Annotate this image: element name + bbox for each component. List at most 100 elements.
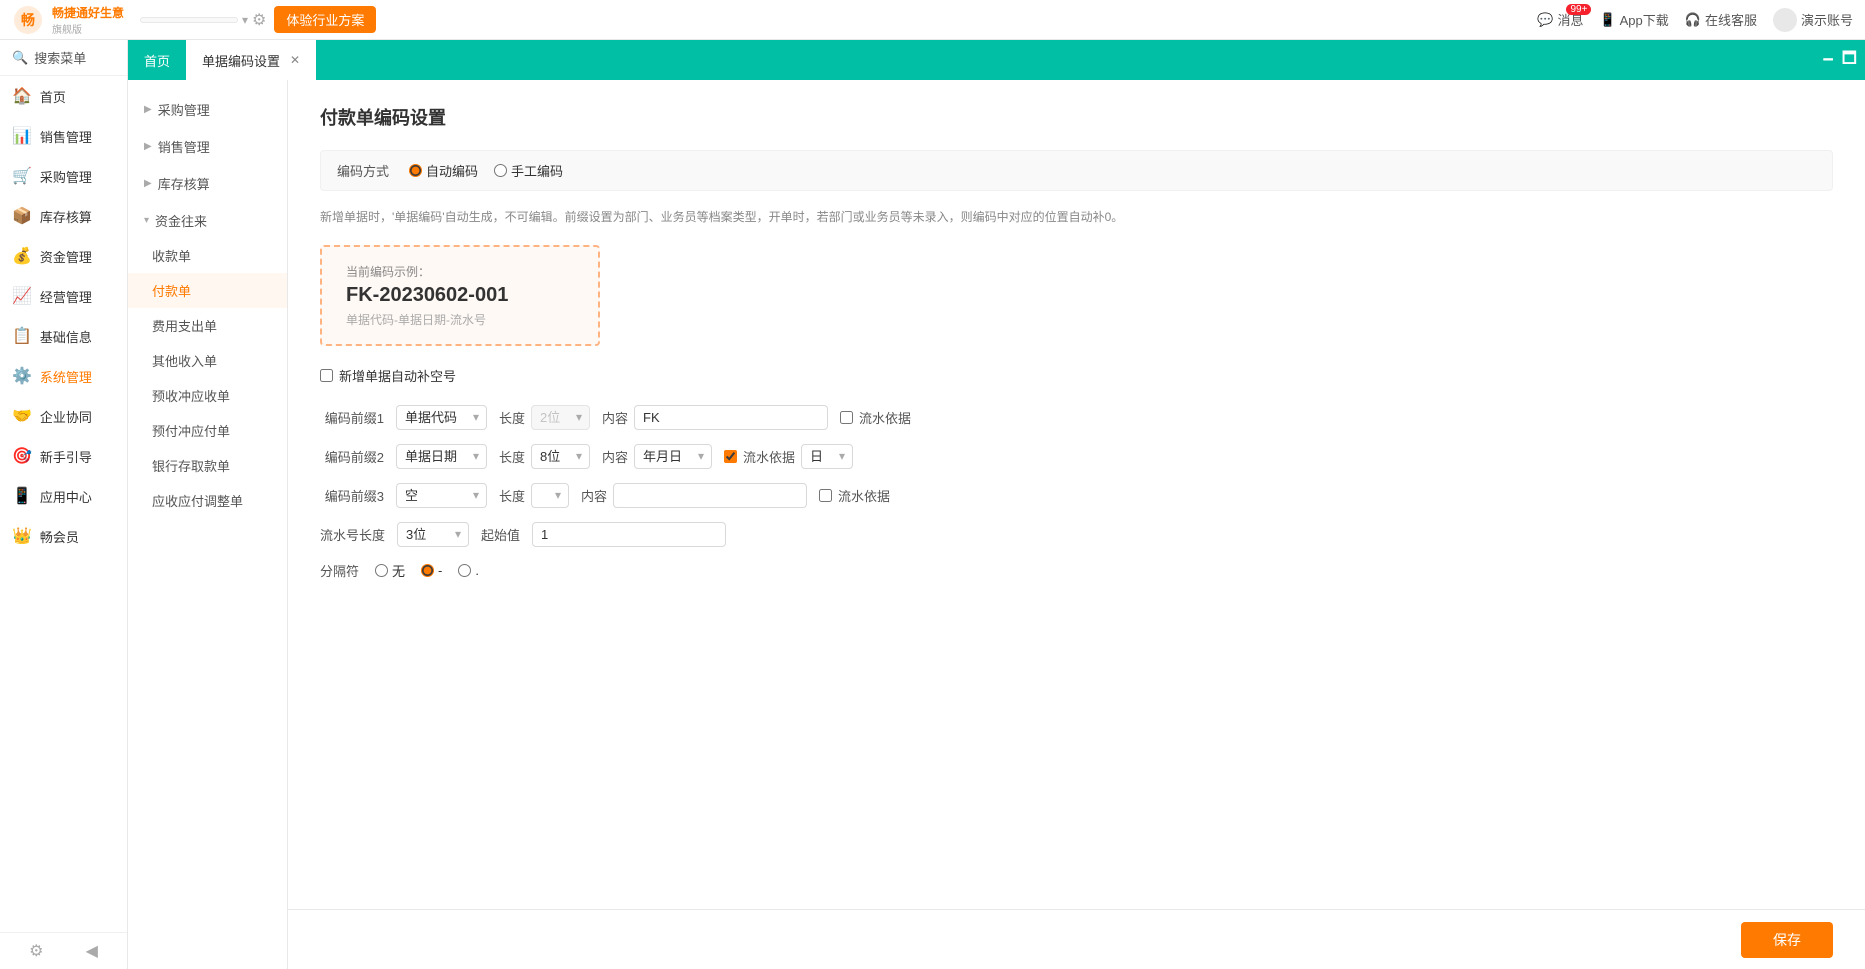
message-btn[interactable]: 💬 消息 99+ bbox=[1537, 10, 1583, 29]
prefix2-select[interactable]: 单据日期 单据代码 部门 bbox=[396, 444, 487, 469]
app-logo-icon: 畅 bbox=[12, 4, 44, 36]
sidebar-item-enterprise[interactable]: 🤝 企业协同 bbox=[0, 396, 127, 436]
sidebar-item-finance[interactable]: 💰 资金管理 bbox=[0, 236, 127, 276]
sidebar-item-app-center[interactable]: 📱 应用中心 bbox=[0, 476, 127, 516]
second-nav-group-inventory: ▶ 库存核算 bbox=[128, 166, 287, 201]
tab-barcode-setting[interactable]: 单据编码设置 ✕ bbox=[186, 40, 316, 80]
separator-label: 分隔符 bbox=[320, 561, 359, 580]
tab-close-icon[interactable]: ✕ bbox=[290, 53, 300, 67]
sidebar: 🔍 搜索菜单 🏠 首页 📊 销售管理 🛒 采购管理 📦 库存核算 💰 资金管理 … bbox=[0, 40, 128, 969]
content-area: 首页 单据编码设置 ✕ 🗕 🗖 ▶ 采购管理 bbox=[128, 40, 1865, 969]
info-text: 新增单据时，'单据编码'自动生成，不可编辑。前缀设置为部门、业务员等档案类型，开… bbox=[320, 207, 1833, 229]
bottom-bar: 保存 bbox=[288, 909, 1865, 969]
sidebar-item-basic-info[interactable]: 📋 基础信息 bbox=[0, 316, 127, 356]
tabbar-controls: 🗕 🗖 bbox=[1822, 47, 1865, 74]
second-nav-item-pre-payable[interactable]: 预收冲应收单 bbox=[128, 378, 287, 413]
sidebar-item-purchase[interactable]: 🛒 采购管理 bbox=[0, 156, 127, 196]
finance-icon: 💰 bbox=[12, 246, 32, 266]
serial-start-input[interactable] bbox=[532, 522, 726, 547]
encode-method-radio-group: 自动编码 手工编码 bbox=[409, 161, 563, 180]
sidebar-item-inventory[interactable]: 📦 库存核算 bbox=[0, 196, 127, 236]
prefix1-select-wrap[interactable]: 单据代码 部门 业务员 bbox=[396, 405, 487, 430]
chevron-down-icon[interactable]: ▾ bbox=[242, 13, 248, 27]
sidebar-item-sales[interactable]: 📊 销售管理 bbox=[0, 116, 127, 156]
prefix1-content-input[interactable] bbox=[634, 405, 828, 430]
app-logo-text: 畅捷通好生意 旗舰版 bbox=[52, 4, 124, 36]
sidebar-search[interactable]: 🔍 搜索菜单 bbox=[0, 40, 127, 76]
message-badge: 99+ bbox=[1566, 4, 1591, 15]
prefix2-content-label: 内容 bbox=[602, 447, 628, 466]
prefix1-row: 编码前缀1 单据代码 部门 业务员 长度 bbox=[320, 405, 1833, 430]
prefix2-serial-wrap: 流水依据 日 月 年 bbox=[724, 444, 853, 469]
prefix3-select[interactable]: 空 单据代码 部门 bbox=[396, 483, 487, 508]
prefix3-serial-wrap: 流水依据 bbox=[819, 486, 890, 505]
user-info[interactable]: 演示账号 bbox=[1773, 8, 1853, 32]
serial-length-select-wrap[interactable]: 3位 4位 5位 bbox=[397, 522, 469, 547]
prefix2-content-select[interactable]: 年月日 年月 年 bbox=[634, 444, 712, 469]
prefix2-select-wrap[interactable]: 单据日期 单据代码 部门 bbox=[396, 444, 487, 469]
sidebar-item-guide[interactable]: 🎯 新手引导 bbox=[0, 436, 127, 476]
sidebar-item-home[interactable]: 🏠 首页 bbox=[0, 76, 127, 116]
second-nav-item-bank-deposit[interactable]: 银行存取款单 bbox=[128, 448, 287, 483]
second-nav-group-title-inventory[interactable]: ▶ 库存核算 bbox=[128, 166, 287, 201]
settings-footer-icon[interactable]: ⚙ bbox=[29, 941, 43, 961]
prefix3-length-select[interactable] bbox=[531, 483, 569, 508]
prefix2-content-select-wrap[interactable]: 年月日 年月 年 bbox=[634, 444, 712, 469]
prefix1-content-wrap: 内容 bbox=[602, 405, 828, 430]
second-nav-item-pre-payment[interactable]: 预付冲应付单 bbox=[128, 413, 287, 448]
app-download-btn[interactable]: 📱 App下载 bbox=[1599, 10, 1668, 29]
save-button[interactable]: 保存 bbox=[1741, 922, 1833, 958]
second-nav-group-title-capital[interactable]: ▾ 资金往来 bbox=[128, 203, 287, 238]
online-service-btn[interactable]: 🎧 在线客服 bbox=[1685, 10, 1757, 29]
sidebar-item-operations[interactable]: 📈 经营管理 bbox=[0, 276, 127, 316]
second-nav-group-title-sales[interactable]: ▶ 销售管理 bbox=[128, 129, 287, 164]
experience-btn[interactable]: 体验行业方案 bbox=[274, 6, 376, 33]
gear-icon[interactable]: ⚙ bbox=[252, 10, 266, 30]
prefix2-serial-label: 流水依据 bbox=[743, 447, 795, 466]
second-nav-group-purchase: ▶ 采购管理 bbox=[128, 92, 287, 127]
prefix3-select-wrap[interactable]: 空 单据代码 部门 bbox=[396, 483, 487, 508]
chevron-down-capital: ▾ bbox=[144, 215, 149, 226]
second-nav-item-other-income[interactable]: 其他收入单 bbox=[128, 343, 287, 378]
prefix1-length-select-wrap[interactable]: 2位 bbox=[531, 405, 590, 430]
collapse-icon[interactable]: ◀ bbox=[86, 941, 98, 961]
prefix3-content-input[interactable] bbox=[613, 483, 807, 508]
prefix3-serial-check[interactable] bbox=[819, 489, 832, 502]
prefix2-length-select[interactable]: 8位 6位 bbox=[531, 444, 590, 469]
separator-dash[interactable]: - bbox=[421, 563, 442, 578]
prefix2-day-select-wrap[interactable]: 日 月 年 bbox=[801, 444, 853, 469]
second-nav-item-adjust[interactable]: 应收应付调整单 bbox=[128, 483, 287, 518]
prefix1-length-select[interactable]: 2位 bbox=[531, 405, 590, 430]
maximize-icon[interactable]: 🗖 bbox=[1842, 47, 1857, 74]
prefix2-day-select[interactable]: 日 月 年 bbox=[801, 444, 853, 469]
prefix1-select[interactable]: 单据代码 部门 业务员 bbox=[396, 405, 487, 430]
minimize-icon[interactable]: 🗕 bbox=[1822, 47, 1833, 74]
prefix1-serial-check[interactable] bbox=[840, 411, 853, 424]
tab-home[interactable]: 首页 bbox=[128, 40, 186, 80]
code-preview-value: FK-20230602-001 bbox=[346, 284, 574, 307]
second-nav-item-payment[interactable]: 付款单 bbox=[128, 273, 287, 308]
tabbar: 首页 单据编码设置 ✕ 🗕 🗖 bbox=[128, 40, 1865, 80]
code-preview-label: 当前编码示例： bbox=[346, 263, 574, 280]
prefix3-row: 编码前缀3 空 单据代码 部门 长度 bbox=[320, 483, 1833, 508]
serial-start-label: 起始值 bbox=[481, 525, 520, 544]
prefix1-content-label: 内容 bbox=[602, 408, 628, 427]
sidebar-item-system[interactable]: ⚙️ 系统管理 bbox=[0, 356, 127, 396]
prefix2-serial-check[interactable] bbox=[724, 450, 737, 463]
code-preview-box: 当前编码示例： FK-20230602-001 单据代码-单据日期-流水号 bbox=[320, 245, 600, 346]
second-nav-group-title-purchase[interactable]: ▶ 采购管理 bbox=[128, 92, 287, 127]
prefix3-length-select-wrap[interactable] bbox=[531, 483, 569, 508]
sidebar-item-member[interactable]: 👑 畅会员 bbox=[0, 516, 127, 556]
prefix3-serial-label: 流水依据 bbox=[838, 486, 890, 505]
second-nav-item-expense[interactable]: 费用支出单 bbox=[128, 308, 287, 343]
auto-fill-checkbox[interactable] bbox=[320, 369, 333, 382]
separator-dot[interactable]: . bbox=[458, 563, 479, 578]
separator-none[interactable]: 无 bbox=[375, 561, 405, 580]
serial-length-select[interactable]: 3位 4位 5位 bbox=[397, 522, 469, 547]
manual-encode-radio[interactable]: 手工编码 bbox=[494, 161, 563, 180]
avatar bbox=[1773, 8, 1797, 32]
second-nav-item-receipt[interactable]: 收款单 bbox=[128, 238, 287, 273]
auto-encode-radio[interactable]: 自动编码 bbox=[409, 161, 478, 180]
prefix2-length-select-wrap[interactable]: 8位 6位 bbox=[531, 444, 590, 469]
chevron-right-purchase: ▶ bbox=[144, 104, 152, 115]
